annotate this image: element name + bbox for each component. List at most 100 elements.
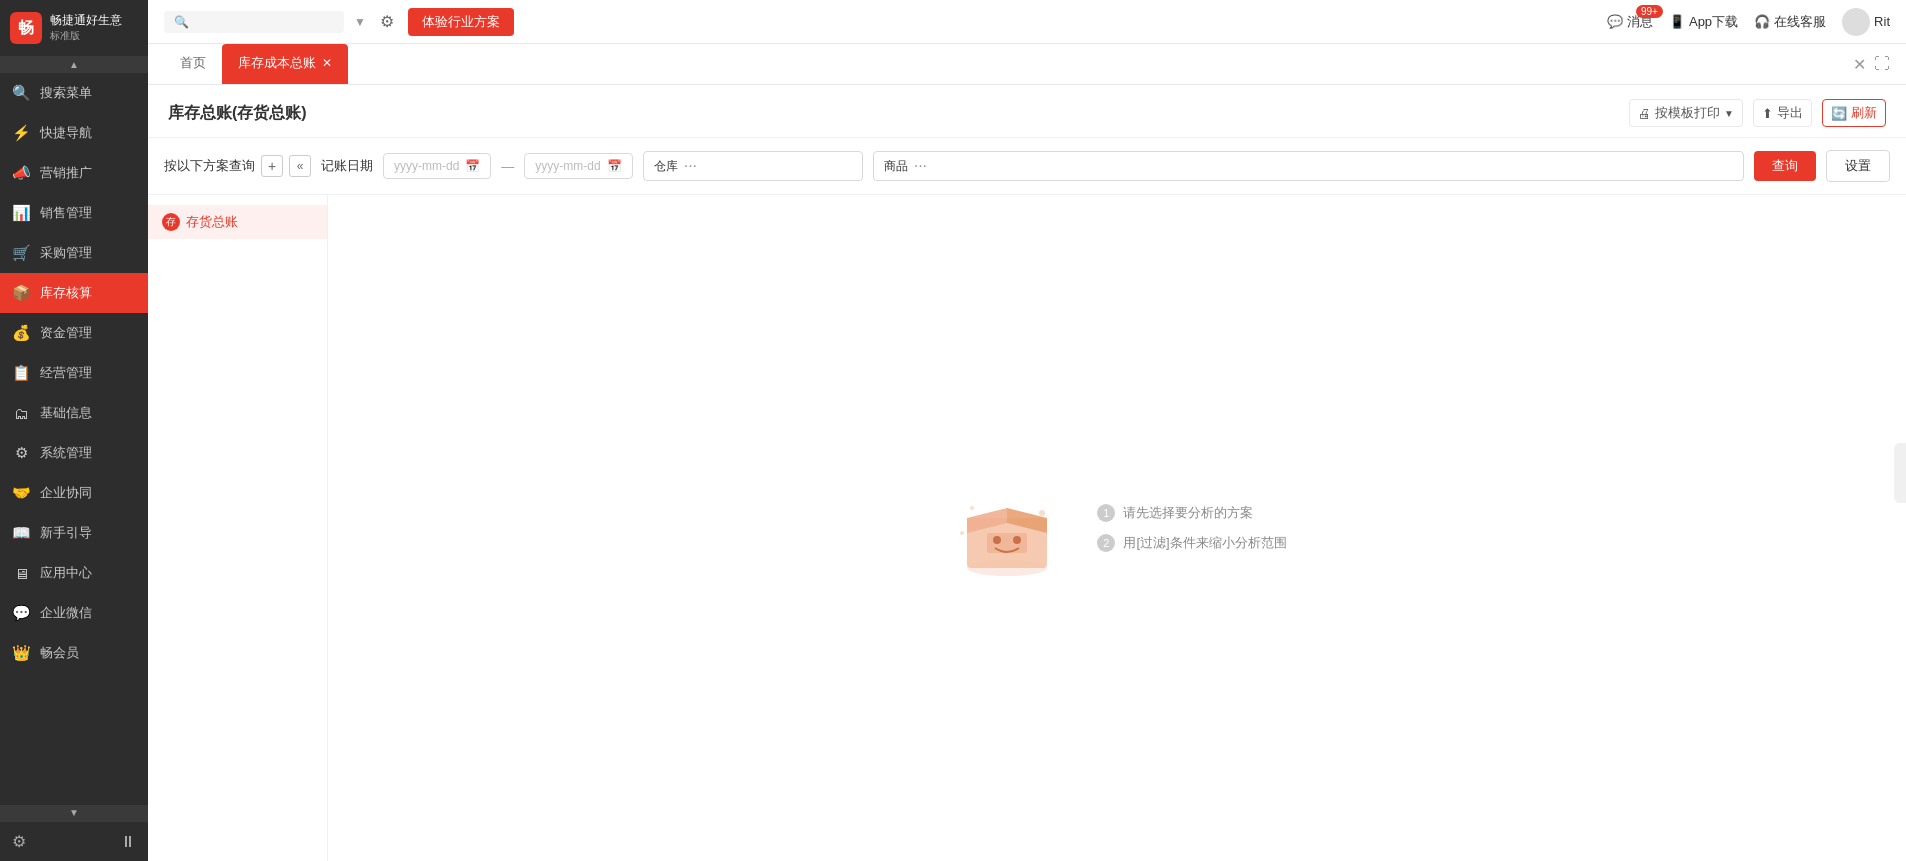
right-panel: 1 请先选择要分析的方案 2 用[过滤]条件来缩小分析范围 — [328, 195, 1906, 861]
svg-rect-4 — [987, 533, 1027, 553]
search-icon: 🔍 — [12, 84, 30, 102]
member-icon: 👑 — [12, 644, 30, 662]
svg-point-5 — [993, 536, 1001, 544]
print-dropdown-icon: ▼ — [1724, 108, 1734, 119]
sidebar-item-system[interactable]: ⚙ 系统管理 — [0, 433, 148, 473]
sales-icon: 📊 — [12, 204, 30, 222]
phone-icon: 📱 — [1669, 14, 1685, 29]
scheme-icon: 存 — [162, 213, 180, 231]
header-gear-icon[interactable]: ⚙ — [380, 12, 394, 31]
app-edition: 标准版 — [50, 29, 122, 43]
sidebar-item-member[interactable]: 👑 畅会员 — [0, 633, 148, 673]
empty-tips: 1 请先选择要分析的方案 2 用[过滤]条件来缩小分析范围 — [1097, 504, 1286, 552]
app-download-btn[interactable]: 📱 App下载 — [1669, 13, 1738, 31]
empty-tip-2: 2 用[过滤]条件来缩小分析范围 — [1097, 534, 1286, 552]
operation-icon: 📋 — [12, 364, 30, 382]
print-icon: 🖨 — [1638, 106, 1651, 121]
filter-collapse-btn[interactable]: « — [289, 155, 311, 177]
calendar-start-icon: 📅 — [465, 159, 480, 173]
header-chevron-icon[interactable]: ▼ — [354, 15, 366, 29]
page-header: 库存总账(存货总账) 🖨 按模板打印 ▼ ⬆ 导出 🔄 刷新 — [148, 85, 1906, 138]
sidebar-item-shortcut[interactable]: ⚡ 快捷导航 — [0, 113, 148, 153]
warehouse-input[interactable]: 仓库 ··· — [643, 151, 863, 181]
app-name: 畅捷通好生意 — [50, 13, 122, 29]
sidebar-nav: 🔍 搜索菜单 ⚡ 快捷导航 📣 营销推广 📊 销售管理 🛒 采购管理 📦 库存核… — [0, 73, 148, 805]
refresh-btn[interactable]: 🔄 刷新 — [1822, 99, 1886, 127]
main-area: 🔍 ▼ ⚙ 体验行业方案 💬 消息 99+ 📱 App下载 🎧 在线客服 Rit — [148, 0, 1906, 861]
avatar — [1842, 8, 1870, 36]
tip-1-text: 请先选择要分析的方案 — [1123, 504, 1253, 522]
filter-add-btn[interactable]: + — [261, 155, 283, 177]
window-expand-icon[interactable]: ⛶ — [1874, 55, 1890, 73]
warehouse-more-icon[interactable]: ··· — [684, 157, 697, 175]
settings-icon[interactable]: ⚙ — [12, 832, 26, 851]
basic-icon: 🗂 — [12, 405, 30, 422]
sidebar-item-finance[interactable]: 💰 资金管理 — [0, 313, 148, 353]
service-btn[interactable]: 🎧 在线客服 — [1754, 13, 1826, 31]
logo-icon: 畅 — [10, 12, 42, 44]
tab-close-icon[interactable]: ✕ — [322, 56, 332, 70]
sidebar-item-search[interactable]: 🔍 搜索菜单 — [0, 73, 148, 113]
inventory-icon: 📦 — [12, 284, 30, 302]
header-search-box[interactable]: 🔍 — [164, 11, 344, 33]
finance-icon: 💰 — [12, 324, 30, 342]
page-title: 库存总账(存货总账) — [168, 103, 307, 124]
sidebar-footer: ⚙ ⏸ — [0, 821, 148, 861]
sidebar-scroll-down[interactable]: ▼ — [0, 805, 148, 821]
tab-inventory-ledger[interactable]: 库存成本总账 ✕ — [222, 44, 348, 84]
right-scroll-indicator[interactable] — [1894, 443, 1906, 503]
toggle-icon[interactable]: ⏸ — [120, 833, 136, 851]
window-close-icon[interactable]: ✕ — [1853, 55, 1866, 74]
sidebar-item-purchase[interactable]: 🛒 采购管理 — [0, 233, 148, 273]
product-input[interactable]: 商品 ··· — [873, 151, 1744, 181]
sidebar-item-cooperation[interactable]: 🤝 企业协同 — [0, 473, 148, 513]
print-btn[interactable]: 🖨 按模板打印 ▼ — [1629, 99, 1743, 127]
app-logo: 畅 畅捷通好生意 标准版 — [0, 0, 148, 57]
sidebar-item-inventory[interactable]: 📦 库存核算 — [0, 273, 148, 313]
setting-btn[interactable]: 设置 — [1826, 150, 1890, 182]
sidebar-scroll-up[interactable]: ▲ — [0, 57, 148, 73]
tab-home[interactable]: 首页 — [164, 44, 222, 84]
date-end-input[interactable]: yyyy-mm-dd 📅 — [524, 153, 632, 179]
header-search-icon: 🔍 — [174, 15, 189, 29]
sidebar-item-marketing[interactable]: 📣 营销推广 — [0, 153, 148, 193]
product-more-icon[interactable]: ··· — [914, 157, 927, 175]
scheme-panel: 存 存货总账 — [148, 195, 328, 861]
industry-btn[interactable]: 体验行业方案 — [408, 8, 514, 36]
shortcut-icon: ⚡ — [12, 124, 30, 142]
sidebar-item-operation[interactable]: 📋 经营管理 — [0, 353, 148, 393]
sidebar-item-guide[interactable]: 📖 新手引导 — [0, 513, 148, 553]
guide-icon: 📖 — [12, 524, 30, 542]
scheme-item-inventory[interactable]: 存 存货总账 — [148, 205, 327, 239]
headset-icon: 🎧 — [1754, 14, 1770, 29]
sidebar-item-apps[interactable]: 🖥 应用中心 — [0, 553, 148, 593]
date-separator: — — [501, 159, 514, 174]
date-label: 记账日期 — [321, 157, 373, 175]
date-start-input[interactable]: yyyy-mm-dd 📅 — [383, 153, 491, 179]
weixin-icon: 💬 — [12, 604, 30, 622]
apps-icon: 🖥 — [12, 565, 30, 582]
header-right: 💬 消息 99+ 📱 App下载 🎧 在线客服 Rit — [1607, 8, 1890, 36]
system-icon: ⚙ — [12, 444, 30, 462]
sidebar-item-sales[interactable]: 📊 销售管理 — [0, 193, 148, 233]
empty-tip-1: 1 请先选择要分析的方案 — [1097, 504, 1286, 522]
search-btn[interactable]: 查询 — [1754, 151, 1816, 181]
svg-point-8 — [1039, 510, 1045, 516]
purchase-icon: 🛒 — [12, 244, 30, 262]
export-btn[interactable]: ⬆ 导出 — [1753, 99, 1812, 127]
sidebar: 畅 畅捷通好生意 标准版 ▲ 🔍 搜索菜单 ⚡ 快捷导航 📣 营销推广 📊 销售… — [0, 0, 148, 861]
marketing-icon: 📣 — [12, 164, 30, 182]
sidebar-item-basic[interactable]: 🗂 基础信息 — [0, 393, 148, 433]
tip-2-text: 用[过滤]条件来缩小分析范围 — [1123, 534, 1286, 552]
tip-2-num: 2 — [1097, 534, 1115, 552]
sidebar-item-weixin[interactable]: 💬 企业微信 — [0, 593, 148, 633]
content-area: 库存总账(存货总账) 🖨 按模板打印 ▼ ⬆ 导出 🔄 刷新 — [148, 85, 1906, 861]
refresh-icon: 🔄 — [1831, 106, 1847, 121]
message-btn[interactable]: 💬 消息 99+ — [1607, 13, 1653, 31]
svg-point-9 — [960, 531, 964, 535]
user-profile[interactable]: Rit — [1842, 8, 1890, 36]
tip-1-num: 1 — [1097, 504, 1115, 522]
message-icon: 💬 — [1607, 14, 1623, 29]
calendar-end-icon: 📅 — [607, 159, 622, 173]
svg-point-7 — [970, 506, 974, 510]
